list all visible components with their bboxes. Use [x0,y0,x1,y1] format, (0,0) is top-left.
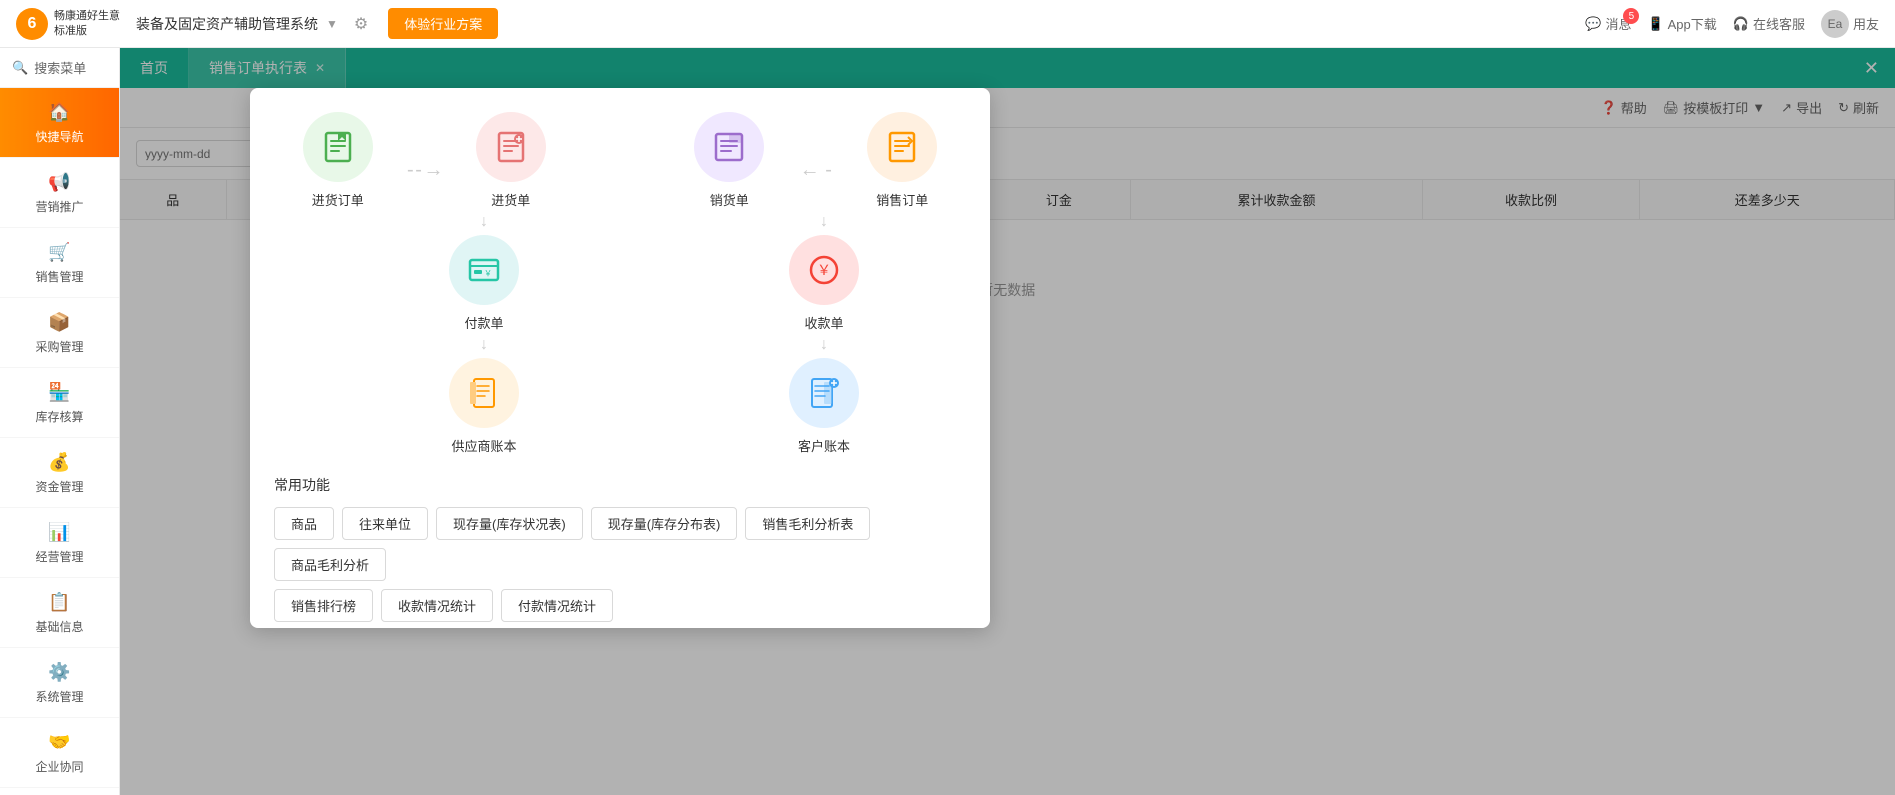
sales-bill-icon [694,112,764,182]
cf-btn-counterpart[interactable]: 往来单位 [342,507,428,540]
node-receipt-bill[interactable]: ￥ 收款单 [754,235,894,332]
system-icon: ⚙️ [48,660,72,684]
cf-btn-payment-stat[interactable]: 付款情况统计 [501,589,613,622]
node-purchase-order[interactable]: 进货订单 [274,112,401,209]
sidebar-item-sales[interactable]: 🛒 销售管理 [0,228,119,298]
marketing-icon: 📢 [48,170,72,194]
sidebar-item-basic-info[interactable]: 📋 基础信息 [0,578,119,648]
cf-btn-product[interactable]: 商品 [274,507,334,540]
purchase-order-icon [303,112,373,182]
system-dropdown-icon[interactable]: ▼ [326,17,338,31]
logo-icon: 6 [16,8,48,40]
search-icon: 🔍 [12,60,28,76]
user-menu[interactable]: Ea 用友 [1821,10,1879,38]
settings-icon[interactable]: ⚙ [354,14,368,34]
cf-btn-receipt-stat[interactable]: 收款情况统计 [381,589,493,622]
cf-buttons: 商品 往来单位 现存量(库存状况表) 现存量(库存分布表) 销售毛利分析表 商品… [274,507,966,581]
headset-icon: 🎧 [1733,16,1749,32]
finance-icon: 💰 [48,450,72,474]
header-right: 💬 5 消息 📱 App下载 🎧 在线客服 Ea 用友 [1585,10,1879,38]
cf-btn-sales-rank[interactable]: 销售排行榜 [274,589,373,622]
app-download-btn[interactable]: 📱 App下载 [1647,14,1716,33]
operations-icon: 📊 [48,520,72,544]
avatar: Ea [1821,10,1849,38]
svg-text:￥: ￥ [817,262,831,278]
cf-btn-stock-status[interactable]: 现存量(库存状况表) [436,507,583,540]
logo-area: 6 畅康通好生意 标准版 [16,8,136,40]
node-sales-bill[interactable]: 销货单 [666,112,793,209]
system-title: 装备及固定资产辅助管理系统 [136,14,318,34]
cf-btn-stock-dist[interactable]: 现存量(库存分布表) [591,507,738,540]
message-icon: 💬 [1585,16,1601,32]
node-purchase-bill[interactable]: 进货单 [447,112,574,209]
online-service-btn[interactable]: 🎧 在线客服 [1733,14,1805,33]
brand-text: 畅康通好生意 标准版 [54,9,120,38]
system-title-area: 装备及固定资产辅助管理系统 ▼ ⚙ 体验行业方案 [136,8,1585,39]
svg-text:￥: ￥ [484,269,492,278]
node-sales-order[interactable]: 销售订单 [839,112,966,209]
quick-nav-modal: 进货订单 - - → 进货单 [250,88,990,628]
sidebar-item-purchase[interactable]: 📦 采购管理 [0,298,119,368]
payment-bill-icon: ￥ [449,235,519,305]
customer-ledger-icon [789,358,859,428]
basic-info-icon: 📋 [48,590,72,614]
modal-overlay[interactable]: 进货订单 - - → 进货单 [120,48,1895,795]
sidebar: 🔍 搜索菜单 🏠 快捷导航 📢 营销推广 🛒 销售管理 📦 采购管理 🏪 库存核… [0,48,120,795]
inventory-icon: 🏪 [48,380,72,404]
search-menu-btn[interactable]: 🔍 搜索菜单 [0,48,119,88]
sidebar-item-inventory[interactable]: 🏪 库存核算 [0,368,119,438]
sidebar-item-quick-nav[interactable]: 🏠 快捷导航 [0,88,119,158]
node-supplier-ledger[interactable]: 供应商账本 [414,358,554,455]
enterprise-icon: 🤝 [48,730,72,754]
main-layout: 🔍 搜索菜单 🏠 快捷导航 📢 营销推广 🛒 销售管理 📦 采购管理 🏪 库存核… [0,48,1895,795]
node-payment-bill[interactable]: ￥ 付款单 [414,235,554,332]
phone-icon: 📱 [1647,16,1663,32]
sidebar-item-enterprise[interactable]: 🤝 企业协同 [0,718,119,788]
common-functions-title: 常用功能 [274,475,966,495]
top-header: 6 畅康通好生意 标准版 装备及固定资产辅助管理系统 ▼ ⚙ 体验行业方案 💬 … [0,0,1895,48]
supplier-ledger-icon [449,358,519,428]
sidebar-item-guide[interactable]: 🎯 新手引导 [0,788,119,795]
sales-order-icon [867,112,937,182]
message-btn[interactable]: 💬 5 消息 [1585,14,1631,33]
common-functions: 常用功能 商品 往来单位 现存量(库存状况表) 现存量(库存分布表) 销售毛利分… [274,475,966,622]
purchase-bill-icon [476,112,546,182]
purchase-icon: 📦 [48,310,72,334]
sidebar-item-finance[interactable]: 💰 资金管理 [0,438,119,508]
message-badge: 5 [1623,8,1639,24]
content-area: 首页 销售订单执行表 ✕ ✕ ❓ 帮助 🖨 按模板打印 ▼ ↗ 导出 [120,48,1895,795]
sales-icon: 🛒 [48,240,72,264]
sidebar-item-system[interactable]: ⚙️ 系统管理 [0,648,119,718]
cf-btn-sales-gross[interactable]: 销售毛利分析表 [745,507,870,540]
home-icon: 🏠 [48,100,72,124]
node-customer-ledger[interactable]: 客户账本 [754,358,894,455]
sidebar-item-marketing[interactable]: 📢 营销推广 [0,158,119,228]
sidebar-item-operations[interactable]: 📊 经营管理 [0,508,119,578]
cf-btn-product-gross[interactable]: 商品毛利分析 [274,548,386,581]
receipt-bill-icon: ￥ [789,235,859,305]
cf-buttons-row2: 销售排行榜 收款情况统计 付款情况统计 [274,589,966,622]
experience-btn[interactable]: 体验行业方案 [388,8,498,39]
